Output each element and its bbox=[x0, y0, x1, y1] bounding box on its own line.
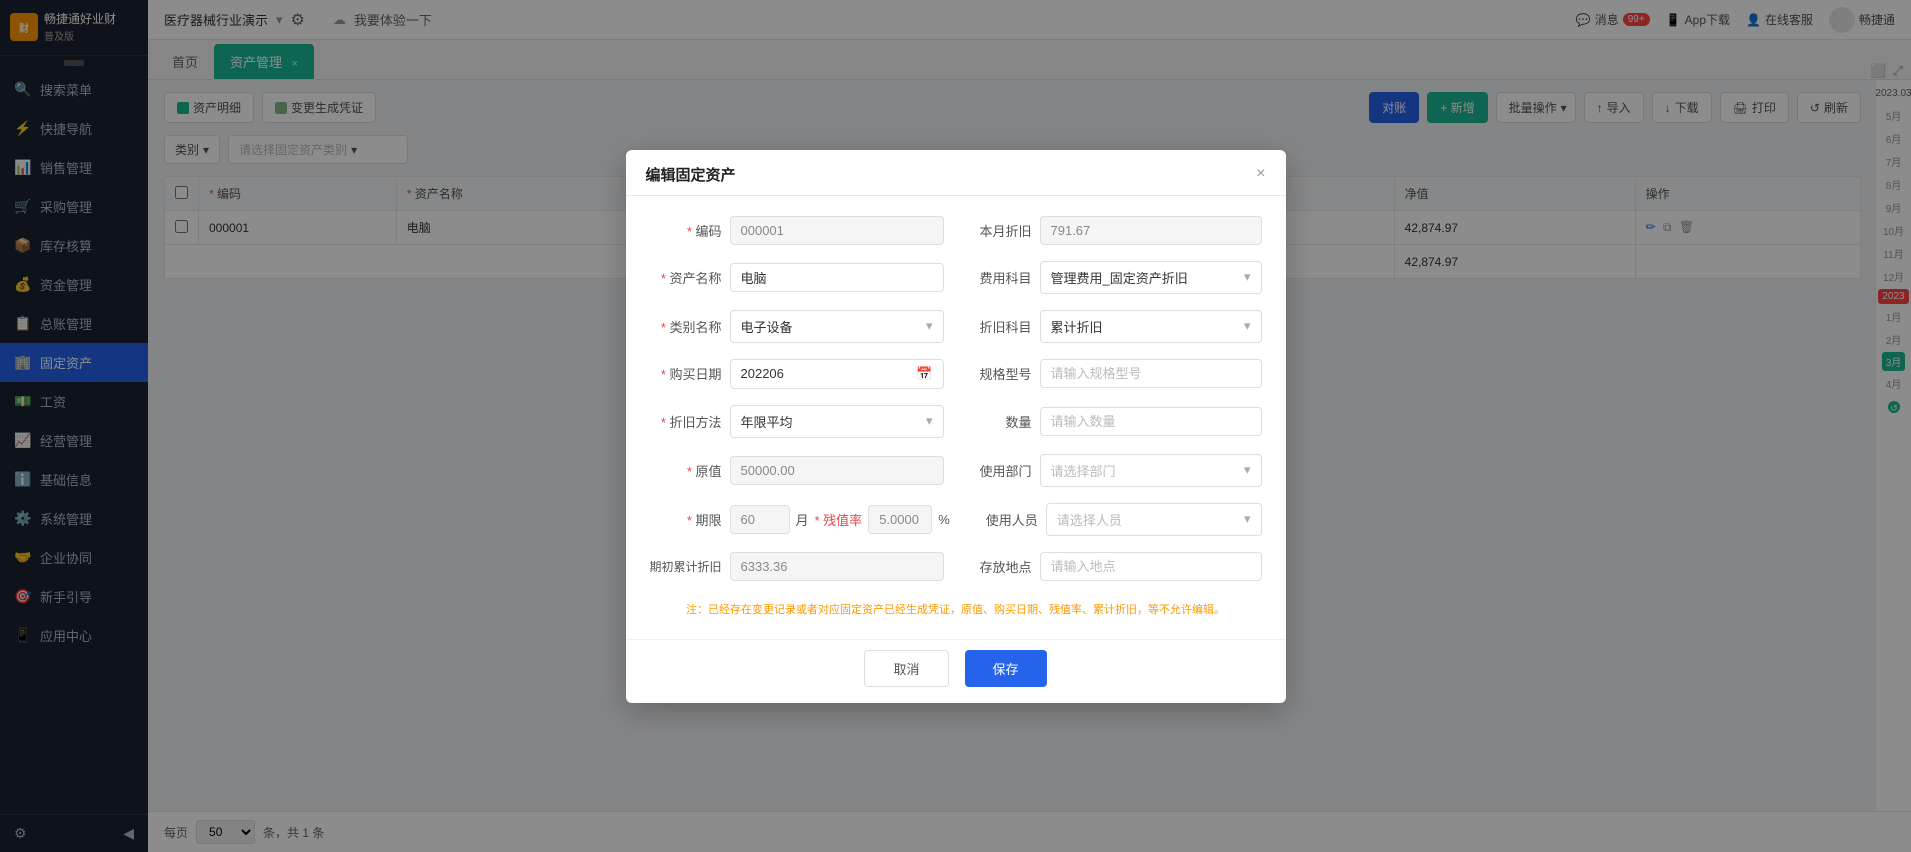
quantity-input[interactable] bbox=[1040, 407, 1262, 436]
use-person-label: 使用人员 bbox=[974, 510, 1046, 529]
storage-label: 存放地点 bbox=[968, 557, 1040, 576]
expense-subject-value: 管理费用_固定资产折旧 bbox=[1051, 268, 1188, 287]
category-value: 电子设备 bbox=[741, 317, 793, 336]
dep-subject-label: 折旧科目 bbox=[968, 317, 1040, 336]
expense-subject-label: 费用科目 bbox=[968, 268, 1040, 287]
spec-model-label: 规格型号 bbox=[968, 364, 1040, 383]
edit-fixed-asset-dialog: 编辑固定资产 × * 编码 本月折旧 bbox=[626, 150, 1286, 703]
monthly-dep-input bbox=[1040, 216, 1262, 245]
period-unit: 月 bbox=[796, 510, 809, 529]
period-input[interactable] bbox=[730, 505, 790, 534]
dialog-row-1: * 编码 本月折旧 bbox=[650, 216, 1262, 245]
expense-subject-select[interactable]: 管理费用_固定资产折旧 ▾ bbox=[1040, 261, 1262, 294]
asset-name-input[interactable] bbox=[730, 263, 944, 292]
dep-subject-select[interactable]: 累计折旧 ▾ bbox=[1040, 310, 1262, 343]
residual-rate-label: * 残值率 bbox=[815, 510, 863, 529]
required-star: * bbox=[687, 224, 692, 239]
code-input[interactable] bbox=[730, 216, 944, 245]
residual-rate-unit: % bbox=[938, 512, 950, 527]
code-label: * 编码 bbox=[650, 221, 730, 240]
expense-subject-arrow: ▾ bbox=[1244, 269, 1251, 285]
dialog-row-7: * 期限 月 * 残值率 % 使用人员 请选择人员 ▾ bbox=[650, 503, 1262, 536]
original-value-label: * 原值 bbox=[650, 461, 730, 480]
purchase-date-value: 202206 bbox=[741, 366, 784, 381]
cancel-button[interactable]: 取消 bbox=[864, 650, 948, 687]
period-label: * 期限 bbox=[650, 510, 730, 529]
dialog-overlay[interactable]: 编辑固定资产 × * 编码 本月折旧 bbox=[0, 0, 1911, 852]
cumulative-dep-label: 期初累计折旧 bbox=[650, 558, 730, 575]
period-group: 月 * 残值率 % bbox=[730, 505, 950, 534]
dep-method-value: 年限平均 bbox=[741, 412, 793, 431]
use-dept-arrow: ▾ bbox=[1244, 462, 1251, 478]
use-person-arrow: ▾ bbox=[1244, 511, 1251, 527]
asset-name-label: * 资产名称 bbox=[650, 268, 730, 287]
category-label: * 类别名称 bbox=[650, 317, 730, 336]
purchase-date-input[interactable]: 202206 📅 bbox=[730, 359, 944, 389]
use-dept-label: 使用部门 bbox=[968, 461, 1040, 480]
dep-method-arrow: ▾ bbox=[926, 413, 933, 429]
dialog-header: 编辑固定资产 × bbox=[626, 150, 1286, 196]
dep-subject-arrow: ▾ bbox=[1244, 318, 1251, 334]
category-arrow: ▾ bbox=[926, 318, 933, 334]
dialog-row-3: * 类别名称 电子设备 ▾ 折旧科目 累计折旧 ▾ bbox=[650, 310, 1262, 343]
spec-model-input[interactable] bbox=[1040, 359, 1262, 388]
dialog-note: 注：已经存在变更记录或者对应固定资产已经生成凭证，原值、购买日期、残值率、累计折… bbox=[650, 597, 1262, 625]
quantity-label: 数量 bbox=[968, 412, 1040, 431]
residual-rate-input[interactable] bbox=[868, 505, 932, 534]
dep-subject-value: 累计折旧 bbox=[1051, 317, 1103, 336]
dialog-footer: 取消 保存 bbox=[626, 639, 1286, 703]
storage-input[interactable] bbox=[1040, 552, 1262, 581]
category-select[interactable]: 电子设备 ▾ bbox=[730, 310, 944, 343]
calendar-icon: 📅 bbox=[916, 366, 932, 382]
dialog-row-4: * 购买日期 202206 📅 规格型号 bbox=[650, 359, 1262, 389]
dep-method-select[interactable]: 年限平均 ▾ bbox=[730, 405, 944, 438]
use-dept-placeholder: 请选择部门 bbox=[1051, 461, 1116, 480]
dialog-row-5: * 折旧方法 年限平均 ▾ 数量 bbox=[650, 405, 1262, 438]
save-button[interactable]: 保存 bbox=[965, 650, 1047, 687]
monthly-dep-label: 本月折旧 bbox=[968, 221, 1040, 240]
dialog-row-2: * 资产名称 费用科目 管理费用_固定资产折旧 ▾ bbox=[650, 261, 1262, 294]
cumulative-dep-input[interactable] bbox=[730, 552, 944, 581]
use-person-select[interactable]: 请选择人员 ▾ bbox=[1046, 503, 1262, 536]
purchase-date-label: * 购买日期 bbox=[650, 364, 730, 383]
dialog-title: 编辑固定资产 bbox=[646, 164, 736, 185]
original-value-input[interactable] bbox=[730, 456, 944, 485]
dialog-body: * 编码 本月折旧 * 资产名称 费用科目 bbox=[626, 196, 1286, 639]
dialog-close-btn[interactable]: × bbox=[1256, 165, 1265, 183]
dialog-row-8: 期初累计折旧 存放地点 bbox=[650, 552, 1262, 581]
dialog-row-6: * 原值 使用部门 请选择部门 ▾ bbox=[650, 454, 1262, 487]
use-person-placeholder: 请选择人员 bbox=[1057, 510, 1122, 529]
use-dept-select[interactable]: 请选择部门 ▾ bbox=[1040, 454, 1262, 487]
dep-method-label: * 折旧方法 bbox=[650, 412, 730, 431]
